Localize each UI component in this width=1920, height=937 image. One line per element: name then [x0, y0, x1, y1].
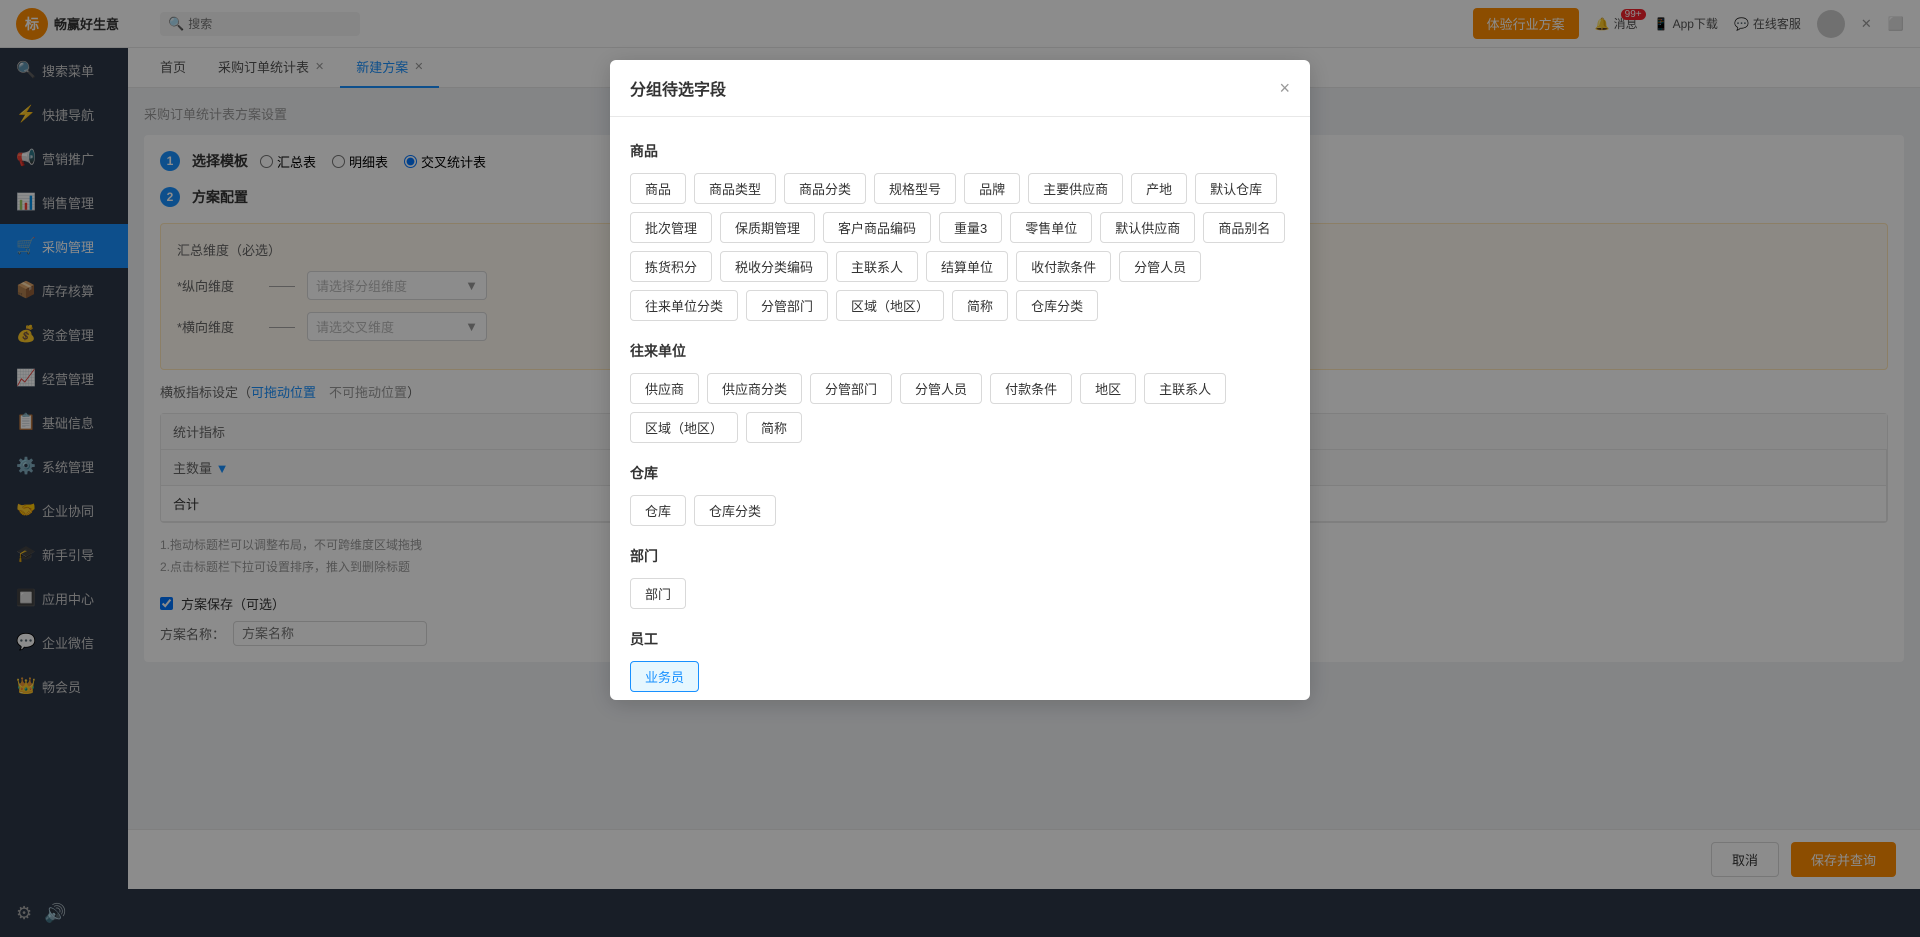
tag-warehouse-category-goods[interactable]: 仓库分类: [1016, 290, 1098, 321]
modal-title: 分组待选字段: [630, 76, 726, 100]
tag-region-partner[interactable]: 地区: [1080, 373, 1136, 404]
tag-warehouse[interactable]: 仓库: [630, 495, 686, 526]
tag-area-region-partner[interactable]: 区域（地区）: [630, 412, 738, 443]
tag-batch-mgmt[interactable]: 批次管理: [630, 212, 712, 243]
section-title-partner: 往来单位: [630, 341, 1290, 361]
tag-default-warehouse[interactable]: 默认仓库: [1195, 173, 1277, 204]
tag-spec-model[interactable]: 规格型号: [874, 173, 956, 204]
tag-payment-terms[interactable]: 收付款条件: [1016, 251, 1111, 282]
tag-tax-code[interactable]: 税收分类编码: [720, 251, 828, 282]
tag-supplier[interactable]: 供应商: [630, 373, 699, 404]
modal-header: 分组待选字段 ×: [610, 60, 1310, 117]
tag-customer-code[interactable]: 客户商品编码: [823, 212, 931, 243]
tag-payment-cond[interactable]: 付款条件: [990, 373, 1072, 404]
tag-grid-goods: 商品 商品类型 商品分类 规格型号 品牌 主要供应商 产地 默认仓库 批次管理 …: [630, 173, 1290, 321]
tag-brand[interactable]: 品牌: [964, 173, 1020, 204]
tag-region-goods[interactable]: 区域（地区）: [836, 290, 944, 321]
tag-grid-partner: 供应商 供应商分类 分管部门 分管人员 付款条件 地区 主联系人 区域（地区） …: [630, 373, 1290, 443]
tag-goods[interactable]: 商品: [630, 173, 686, 204]
section-title-dept: 部门: [630, 546, 1290, 566]
modal-overlay: 分组待选字段 × 商品 商品 商品类型 商品分类 规格型号 品牌 主要供应商 产…: [0, 0, 1920, 937]
tag-main-contact[interactable]: 主联系人: [836, 251, 918, 282]
tag-weight3[interactable]: 重量3: [939, 212, 1002, 243]
tag-supplier-category[interactable]: 供应商分类: [707, 373, 802, 404]
section-title-warehouse: 仓库: [630, 463, 1290, 483]
tag-default-supplier[interactable]: 默认供应商: [1100, 212, 1195, 243]
tag-main-contact-partner[interactable]: 主联系人: [1144, 373, 1226, 404]
tag-goods-category[interactable]: 商品分类: [784, 173, 866, 204]
modal-close-button[interactable]: ×: [1279, 78, 1290, 99]
tag-dept-partner[interactable]: 分管部门: [810, 373, 892, 404]
tag-goods-alias[interactable]: 商品别名: [1203, 212, 1285, 243]
tag-settlement-unit[interactable]: 结算单位: [926, 251, 1008, 282]
tag-staff-partner[interactable]: 分管人员: [900, 373, 982, 404]
tag-shelf-life[interactable]: 保质期管理: [720, 212, 815, 243]
tag-salesperson[interactable]: 业务员: [630, 661, 699, 692]
tag-grid-dept: 部门: [630, 578, 1290, 609]
modal: 分组待选字段 × 商品 商品 商品类型 商品分类 规格型号 品牌 主要供应商 产…: [610, 60, 1310, 700]
tag-origin[interactable]: 产地: [1131, 173, 1187, 204]
tag-goods-type[interactable]: 商品类型: [694, 173, 776, 204]
tag-dept[interactable]: 部门: [630, 578, 686, 609]
tag-partner-category[interactable]: 往来单位分类: [630, 290, 738, 321]
tag-dept-managed[interactable]: 分管部门: [746, 290, 828, 321]
section-title-goods: 商品: [630, 141, 1290, 161]
tag-grid-warehouse: 仓库 仓库分类: [630, 495, 1290, 526]
tag-retail-unit[interactable]: 零售单位: [1010, 212, 1092, 243]
tag-supervisor-staff[interactable]: 分管人员: [1119, 251, 1201, 282]
tag-main-supplier[interactable]: 主要供应商: [1028, 173, 1123, 204]
tag-short-name-partner[interactable]: 简称: [746, 412, 802, 443]
section-title-staff: 员工: [630, 629, 1290, 649]
tag-pick-points[interactable]: 拣货积分: [630, 251, 712, 282]
tag-warehouse-category[interactable]: 仓库分类: [694, 495, 776, 526]
tag-grid-staff: 业务员: [630, 661, 1290, 692]
modal-body[interactable]: 商品 商品 商品类型 商品分类 规格型号 品牌 主要供应商 产地 默认仓库 批次…: [610, 117, 1310, 700]
tag-short-name-goods[interactable]: 简称: [952, 290, 1008, 321]
